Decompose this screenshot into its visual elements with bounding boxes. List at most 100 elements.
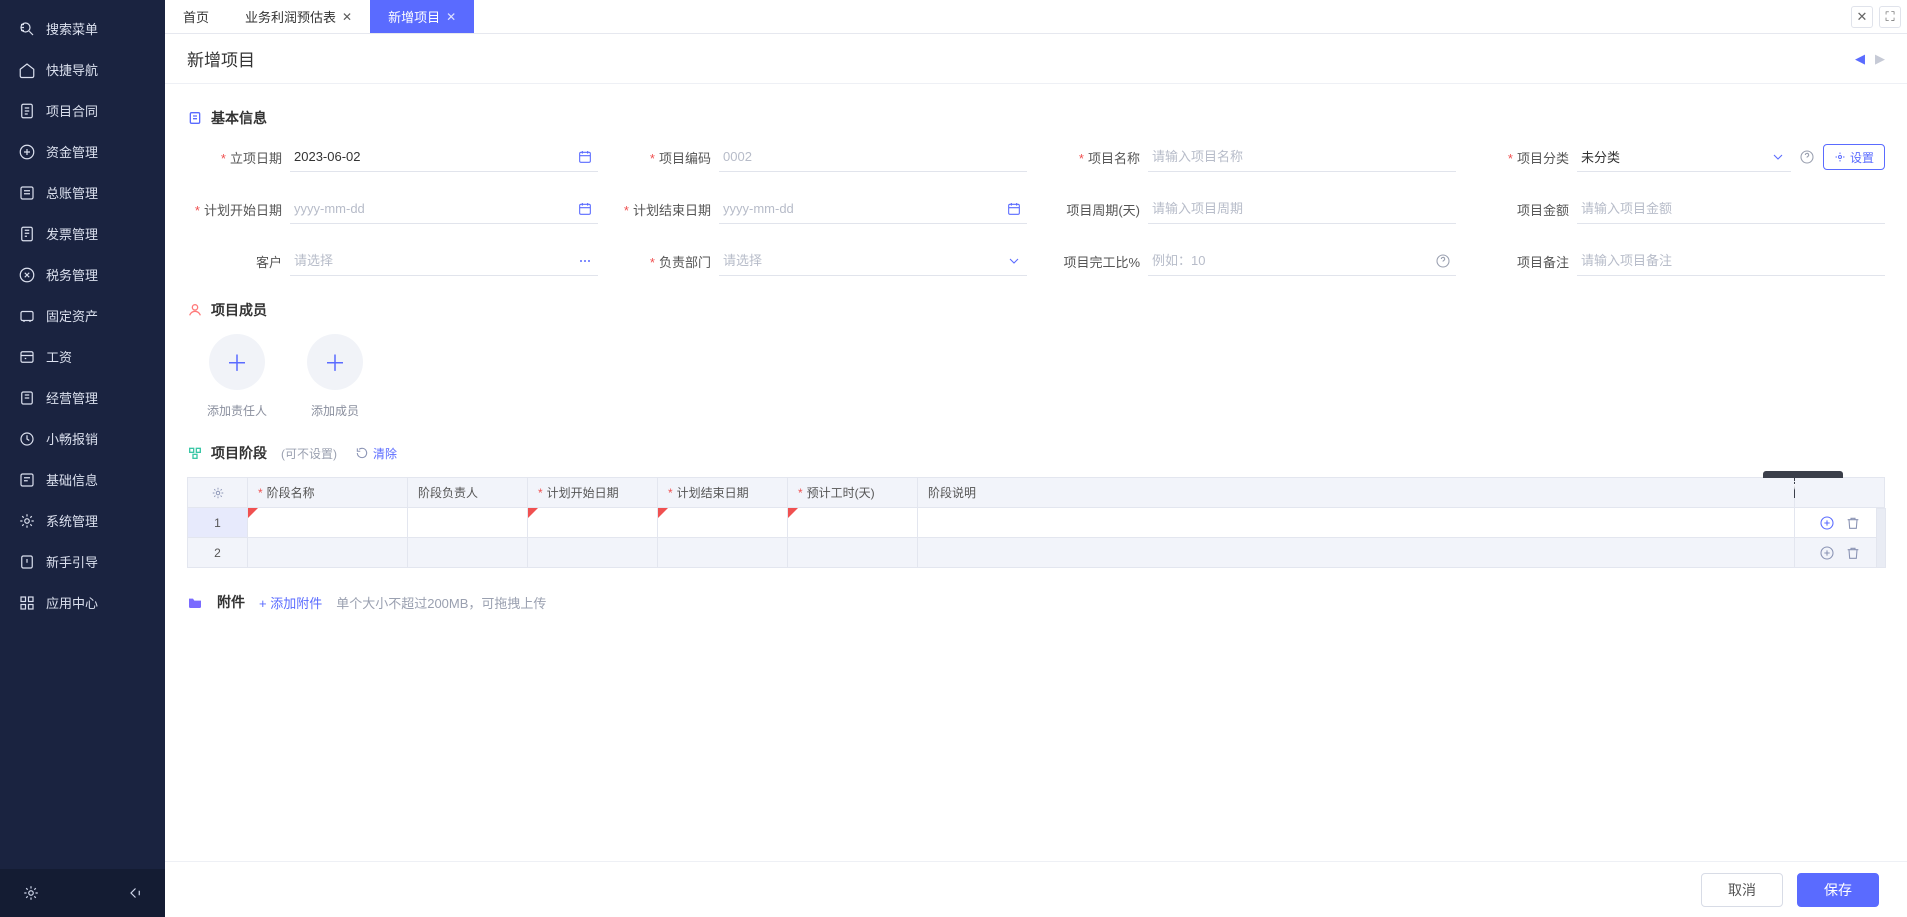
- tab-label: 新增项目: [388, 7, 440, 26]
- field-done-pct: 项目完工比%: [1045, 246, 1456, 276]
- stage-cell-end[interactable]: [658, 538, 788, 568]
- tab-profit-estimate[interactable]: 业务利润预估表 ✕: [227, 0, 370, 33]
- clear-stages-button[interactable]: 清除: [355, 445, 397, 462]
- stage-cell-desc[interactable]: [918, 538, 1795, 568]
- field-plan-end: *计划结束日期: [616, 194, 1027, 224]
- sidebar-item-project-contract[interactable]: 项目合同: [0, 90, 165, 131]
- add-member-label: 添加成员: [311, 402, 359, 419]
- prev-record-icon[interactable]: ◀: [1855, 51, 1865, 67]
- sidebar-item-label: 总账管理: [46, 183, 98, 202]
- close-icon[interactable]: ✕: [342, 10, 352, 24]
- sidebar: 搜索菜单 快捷导航 项目合同 资金管理 总账管理 发票管理: [0, 0, 165, 917]
- stage-row[interactable]: 2: [188, 538, 1885, 568]
- calendar-icon[interactable]: [576, 200, 594, 218]
- sidebar-item-salary[interactable]: 工资: [0, 336, 165, 377]
- customer-select[interactable]: [290, 246, 598, 276]
- plan-start-input[interactable]: [290, 194, 598, 224]
- user-icon: [187, 302, 203, 318]
- category-select[interactable]: [1577, 142, 1791, 172]
- delete-row-icon[interactable]: [1845, 545, 1861, 561]
- add-attachment-button[interactable]: + 添加附件: [259, 593, 322, 612]
- stage-row-ops: [1795, 508, 1885, 538]
- more-icon[interactable]: [576, 252, 594, 270]
- stage-row[interactable]: 1: [188, 508, 1885, 538]
- tab-new-project[interactable]: 新增项目 ✕: [370, 0, 474, 33]
- name-input[interactable]: [1148, 142, 1456, 172]
- dept-select[interactable]: [719, 246, 1027, 276]
- tabs-bar: 首页 业务利润预估表 ✕ 新增项目 ✕ ✕ ⛶: [165, 0, 1907, 34]
- add-member-button[interactable]: ＋: [307, 334, 363, 390]
- sidebar-item-general-ledger[interactable]: 总账管理: [0, 172, 165, 213]
- insert-row-icon[interactable]: [1819, 515, 1835, 531]
- sidebar-items: 搜索菜单 快捷导航 项目合同 资金管理 总账管理 发票管理: [0, 0, 165, 869]
- done-pct-input[interactable]: [1148, 246, 1456, 276]
- stage-col-gear[interactable]: [188, 478, 248, 508]
- stage-cell-owner[interactable]: [408, 508, 528, 538]
- cancel-button[interactable]: 取消: [1701, 873, 1783, 907]
- stage-col-ops: [1795, 478, 1885, 508]
- help-icon[interactable]: [1434, 252, 1452, 270]
- sidebar-item-invoice[interactable]: 发票管理: [0, 213, 165, 254]
- chevron-down-icon[interactable]: [1005, 252, 1023, 270]
- create-date-input[interactable]: [290, 142, 598, 172]
- stage-cell-hours[interactable]: [788, 508, 918, 538]
- stage-cell-desc[interactable]: [918, 508, 1795, 538]
- tabs-right-controls: ✕ ⛶: [1851, 0, 1907, 34]
- sidebar-item-label: 系统管理: [46, 511, 98, 530]
- sidebar-item-tax[interactable]: 税务管理: [0, 254, 165, 295]
- stage-cell-hours[interactable]: [788, 538, 918, 568]
- gear-icon: [18, 512, 36, 530]
- close-all-icon[interactable]: ✕: [1851, 6, 1873, 28]
- sidebar-item-operation[interactable]: 经营管理: [0, 377, 165, 418]
- search-icon: [18, 20, 36, 38]
- sidebar-item-fixed-asset[interactable]: 固定资产: [0, 295, 165, 336]
- sidebar-item-apps[interactable]: 应用中心: [0, 582, 165, 623]
- amount-input[interactable]: [1577, 194, 1885, 224]
- period-input[interactable]: [1148, 194, 1456, 224]
- field-dept: *负责部门: [616, 246, 1027, 276]
- calendar-icon[interactable]: [576, 148, 594, 166]
- stage-cell-name[interactable]: [248, 538, 408, 568]
- ledger-icon: [18, 184, 36, 202]
- stage-cell-end[interactable]: [658, 508, 788, 538]
- sidebar-item-fund[interactable]: 资金管理: [0, 131, 165, 172]
- sidebar-item-quicknav[interactable]: 快捷导航: [0, 49, 165, 90]
- sidebar-item-reimburse[interactable]: 小畅报销: [0, 418, 165, 459]
- close-icon[interactable]: ✕: [446, 10, 456, 24]
- sidebar-item-guide[interactable]: 新手引导: [0, 541, 165, 582]
- delete-row-icon[interactable]: [1845, 515, 1861, 531]
- plan-end-input[interactable]: [719, 194, 1027, 224]
- sidebar-item-system[interactable]: 系统管理: [0, 500, 165, 541]
- field-customer: 客户: [187, 246, 598, 276]
- clipboard-icon: [18, 102, 36, 120]
- settings-icon[interactable]: [22, 884, 40, 902]
- stage-cell-owner[interactable]: [408, 538, 528, 568]
- sidebar-item-label: 经营管理: [46, 388, 98, 407]
- save-button[interactable]: 保存: [1797, 873, 1879, 907]
- stage-cell-start[interactable]: [528, 508, 658, 538]
- field-remark: 项目备注: [1474, 246, 1885, 276]
- fullscreen-icon[interactable]: ⛶: [1879, 6, 1901, 28]
- code-input[interactable]: [719, 142, 1027, 172]
- sidebar-item-label: 税务管理: [46, 265, 98, 284]
- remark-input[interactable]: [1577, 246, 1885, 276]
- sidebar-item-label: 新手引导: [46, 552, 98, 571]
- insert-row-icon[interactable]: [1819, 545, 1835, 561]
- next-record-icon[interactable]: ▶: [1875, 51, 1885, 67]
- field-period: 项目周期(天): [1045, 194, 1456, 224]
- stage-cell-name[interactable]: [248, 508, 408, 538]
- add-owner-button[interactable]: ＋: [209, 334, 265, 390]
- stage-scrollbar[interactable]: [1876, 508, 1886, 568]
- field-code: *项目编码: [616, 142, 1027, 172]
- stage-cell-start[interactable]: [528, 538, 658, 568]
- collapse-icon[interactable]: [125, 884, 143, 902]
- chevron-down-icon[interactable]: [1769, 148, 1787, 166]
- sidebar-item-search[interactable]: 搜索菜单: [0, 8, 165, 49]
- help-icon[interactable]: [1799, 149, 1815, 165]
- category-settings-button[interactable]: 设置: [1823, 144, 1885, 170]
- tab-home[interactable]: 首页: [165, 0, 227, 33]
- calendar-icon[interactable]: [1005, 200, 1023, 218]
- field-category: *项目分类 设置: [1474, 142, 1885, 172]
- stage-table: *阶段名称 阶段负责人 *计划开始日期 *计划结束日期 *预计工时(天) 阶段说…: [187, 477, 1885, 568]
- sidebar-item-basic-info[interactable]: 基础信息: [0, 459, 165, 500]
